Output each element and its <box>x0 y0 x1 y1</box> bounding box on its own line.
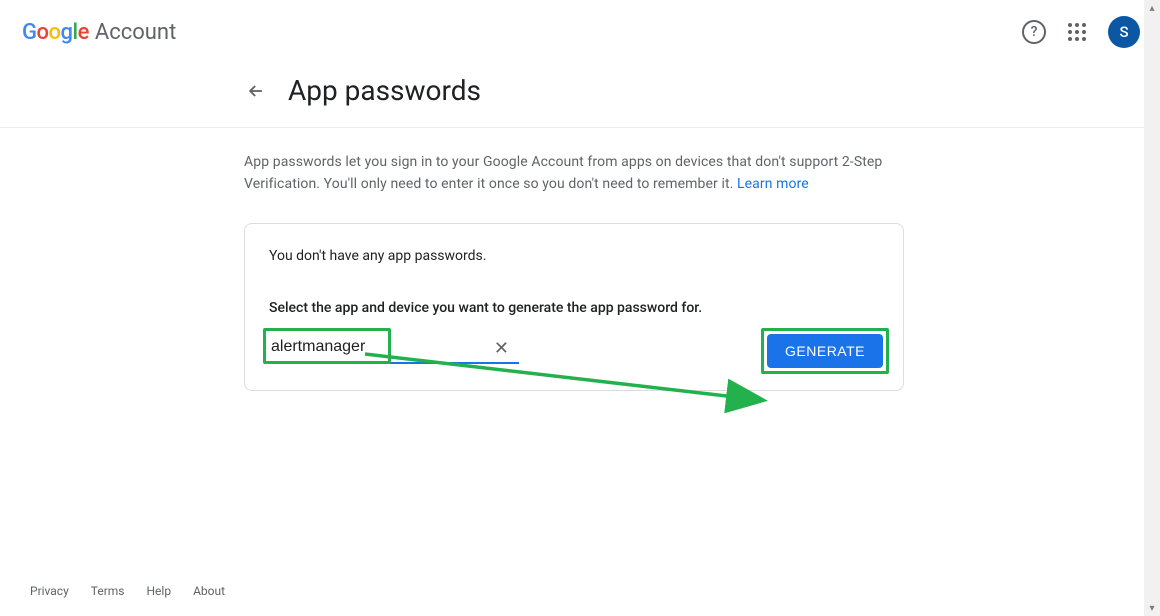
header-actions: ? S <box>1022 16 1140 48</box>
footer-links: Privacy Terms Help About <box>30 584 225 598</box>
back-arrow-icon[interactable] <box>244 79 268 103</box>
avatar[interactable]: S <box>1108 16 1140 48</box>
app-header: Google Account ? S <box>0 0 1160 64</box>
footer-terms[interactable]: Terms <box>91 584 125 598</box>
no-passwords-text: You don't have any app passwords. <box>269 248 879 264</box>
footer-privacy[interactable]: Privacy <box>30 584 69 598</box>
help-icon[interactable]: ? <box>1022 20 1046 44</box>
page-description: App passwords let you sign in to your Go… <box>244 152 904 195</box>
clear-input-icon[interactable]: ✕ <box>494 338 509 359</box>
generate-button-wrap: GENERATE <box>767 334 883 368</box>
product-label: Account <box>95 20 176 45</box>
logo[interactable]: Google Account <box>22 20 176 45</box>
learn-more-link[interactable]: Learn more <box>737 176 809 192</box>
scroll-down-icon[interactable]: ▾ <box>1144 600 1160 616</box>
select-instruction: Select the app and device you want to ge… <box>269 300 879 316</box>
main-content: App passwords let you sign in to your Go… <box>244 128 904 391</box>
title-row: App passwords <box>0 64 1160 128</box>
footer-about[interactable]: About <box>193 584 225 598</box>
footer-help[interactable]: Help <box>147 584 172 598</box>
scroll-up-icon[interactable]: ▴ <box>1144 0 1160 16</box>
scrollbar-track[interactable]: ▴ ▾ <box>1144 0 1160 616</box>
app-name-input[interactable] <box>269 334 519 364</box>
generate-button[interactable]: GENERATE <box>767 334 883 368</box>
google-logo: Google <box>22 20 89 45</box>
page-title: App passwords <box>288 74 481 107</box>
apps-grid-icon[interactable] <box>1064 19 1090 45</box>
app-input-row: ✕ <box>269 334 519 364</box>
app-passwords-card: You don't have any app passwords. Select… <box>244 223 904 391</box>
